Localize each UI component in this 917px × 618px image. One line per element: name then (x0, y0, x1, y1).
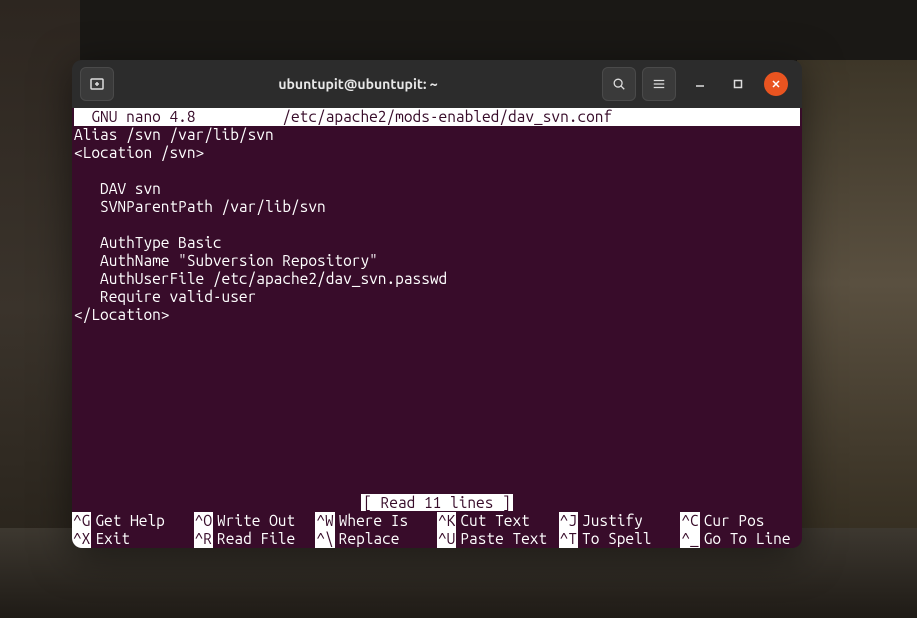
nano-shortcut: ^OWrite Out (194, 512, 316, 530)
search-button[interactable] (602, 67, 636, 101)
shortcut-label: Write Out (213, 512, 295, 530)
scrollbar-thumb[interactable] (794, 108, 800, 126)
nano-shortcuts: ^GGet Help^OWrite Out^WWhere Is^KCut Tex… (72, 512, 802, 548)
nano-editor-content[interactable]: Alias /svn /var/lib/svn <Location /svn> … (74, 126, 800, 324)
shortcut-label: Where Is (335, 512, 408, 530)
shortcut-label: Replace (335, 530, 400, 548)
window-title: ubuntupit@ubuntupit: ~ (120, 76, 596, 92)
shortcut-label: Cut Text (456, 512, 529, 530)
shortcut-key: ^C (680, 512, 699, 530)
shortcut-key: ^\ (315, 530, 334, 548)
nano-shortcut: ^XExit (72, 530, 194, 548)
nano-titlebar: GNU nano 4.8 /etc/apache2/mods-enabled/d… (74, 108, 800, 126)
shortcut-label: Read File (213, 530, 295, 548)
shortcut-label: Exit (91, 530, 130, 548)
shortcut-key: ^R (194, 530, 213, 548)
shortcut-label: Go To Line (700, 530, 791, 548)
shortcut-label: Get Help (91, 512, 164, 530)
nano-shortcut: ^TTo Spell (559, 530, 681, 548)
close-button[interactable] (764, 72, 788, 96)
shortcut-label: Paste Text (456, 530, 547, 548)
shortcut-key: ^U (437, 530, 456, 548)
shortcut-key: ^T (559, 530, 578, 548)
terminal-window: ubuntupit@ubuntupit: ~ GNU nano 4 (72, 60, 802, 548)
nano-shortcut: ^JJustify (559, 512, 681, 530)
shortcut-key: ^G (72, 512, 91, 530)
shortcut-key: ^O (194, 512, 213, 530)
shortcut-key: ^K (437, 512, 456, 530)
nano-shortcut: ^_Go To Line (680, 530, 802, 548)
nano-shortcut: ^KCut Text (437, 512, 559, 530)
shortcut-label: Justify (578, 512, 643, 530)
nano-shortcut: ^RRead File (194, 530, 316, 548)
shortcut-key: ^J (559, 512, 578, 530)
new-tab-button[interactable] (80, 67, 114, 101)
nano-shortcut: ^WWhere Is (315, 512, 437, 530)
window-controls (682, 72, 794, 96)
nano-shortcut: ^UPaste Text (437, 530, 559, 548)
terminal-body[interactable]: GNU nano 4.8 /etc/apache2/mods-enabled/d… (72, 108, 802, 548)
nano-shortcut: ^CCur Pos (680, 512, 802, 530)
nano-status-bar: [ Read 11 lines ] (72, 494, 802, 512)
nano-shortcut: ^GGet Help (72, 512, 194, 530)
desktop-background-left (0, 0, 80, 618)
shortcut-key: ^X (72, 530, 91, 548)
shortcut-label: To Spell (578, 530, 651, 548)
minimize-button[interactable] (688, 72, 712, 96)
shortcut-label: Cur Pos (700, 512, 765, 530)
menu-button[interactable] (642, 67, 676, 101)
nano-status-text: [ Read 11 lines ] (361, 494, 513, 511)
shortcut-key: ^_ (680, 530, 699, 548)
maximize-button[interactable] (726, 72, 750, 96)
titlebar: ubuntupit@ubuntupit: ~ (72, 60, 802, 108)
shortcut-key: ^W (315, 512, 334, 530)
nano-shortcut: ^\Replace (315, 530, 437, 548)
